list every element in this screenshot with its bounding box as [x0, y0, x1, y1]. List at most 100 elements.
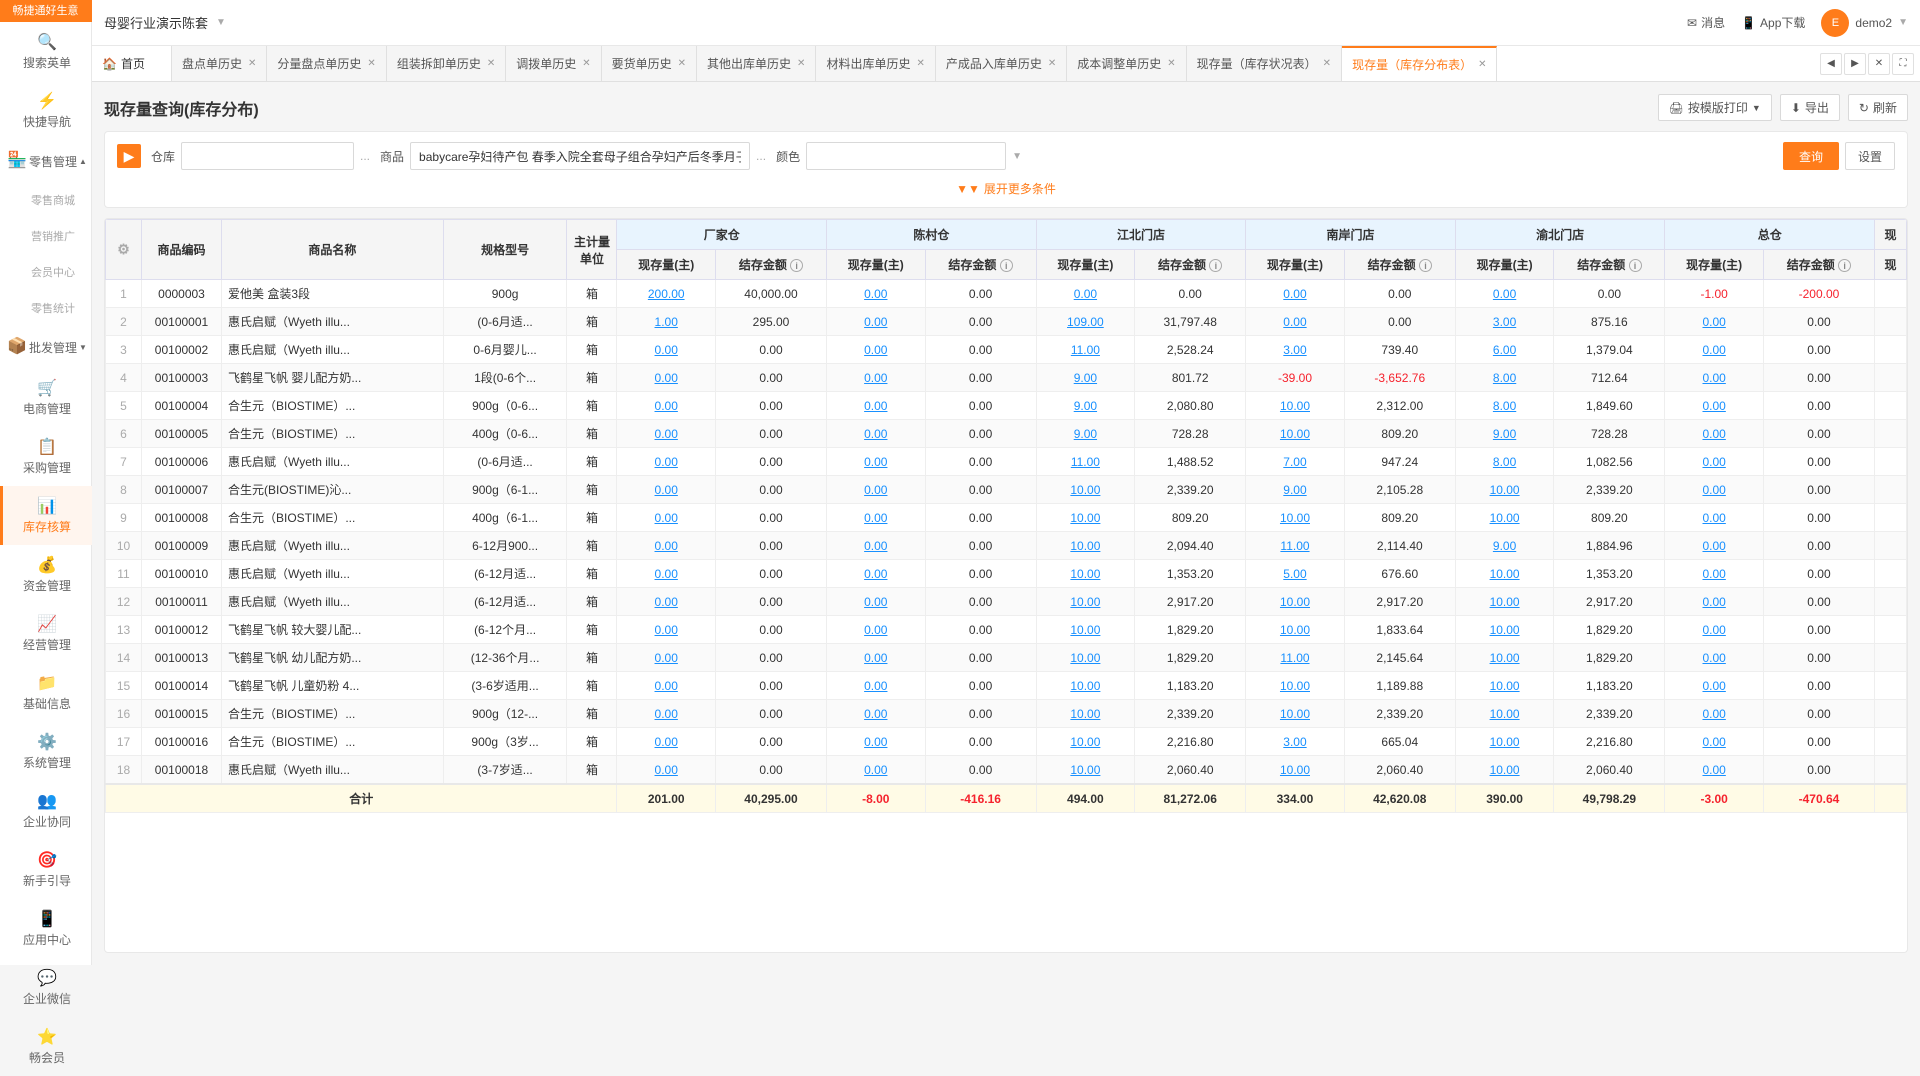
cell-w5-qty[interactable]: 10.00: [1455, 728, 1553, 756]
tab-stock4[interactable]: 调拨单历史 ✕: [506, 46, 601, 82]
sidebar-item-basic[interactable]: 📁 基础信息: [0, 663, 92, 722]
tab-fullscreen-btn[interactable]: ⛶: [1892, 53, 1914, 75]
cell-w5-qty[interactable]: 10.00: [1455, 700, 1553, 728]
goods-input[interactable]: [410, 142, 750, 170]
cell-w2-qty[interactable]: 0.00: [827, 700, 925, 728]
close-tab-stock9[interactable]: ✕: [1167, 58, 1175, 69]
cell-total-qty[interactable]: 0.00: [1665, 364, 1763, 392]
company-dropdown-label[interactable]: 母婴行业演示陈套: [104, 13, 208, 32]
sidebar-item-inventory[interactable]: 📊 库存核算: [0, 486, 92, 545]
cell-w4-qty[interactable]: 10.00: [1246, 700, 1344, 728]
cell-total-qty[interactable]: 0.00: [1665, 448, 1763, 476]
cell-w3-qty[interactable]: 10.00: [1036, 756, 1134, 785]
cell-w1-qty[interactable]: 0.00: [617, 420, 715, 448]
color-dropdown-icon[interactable]: ▼: [1012, 151, 1022, 162]
cell-w5-qty[interactable]: 10.00: [1455, 616, 1553, 644]
cell-total-qty[interactable]: 0.00: [1665, 336, 1763, 364]
cell-w3-qty[interactable]: 10.00: [1036, 644, 1134, 672]
sidebar-item-stat[interactable]: 零售统计: [0, 290, 92, 326]
cell-total-qty[interactable]: 0.00: [1665, 532, 1763, 560]
tab-stock9[interactable]: 成本调整单历史 ✕: [1067, 46, 1186, 82]
cell-w2-qty[interactable]: 0.00: [827, 364, 925, 392]
cell-w3-qty[interactable]: 10.00: [1036, 504, 1134, 532]
cell-w3-qty[interactable]: 10.00: [1036, 728, 1134, 756]
tab-stock6[interactable]: 其他出库单历史 ✕: [697, 46, 816, 82]
sidebar-item-marketing[interactable]: 营销推广: [0, 218, 92, 254]
cell-total-qty[interactable]: 0.00: [1665, 588, 1763, 616]
cell-w5-qty[interactable]: 10.00: [1455, 756, 1553, 785]
sidebar-item-ops[interactable]: 📈 经营管理: [0, 604, 92, 663]
cell-w2-qty[interactable]: 0.00: [827, 672, 925, 700]
sidebar-item-member[interactable]: 会员中心: [0, 254, 92, 290]
cell-w5-qty[interactable]: 0.00: [1455, 280, 1553, 308]
close-tab-stock5[interactable]: ✕: [678, 58, 686, 69]
cell-w1-qty[interactable]: 0.00: [617, 560, 715, 588]
cell-w5-qty[interactable]: 10.00: [1455, 560, 1553, 588]
cell-w4-qty[interactable]: 11.00: [1246, 532, 1344, 560]
cell-w4-qty[interactable]: 5.00: [1246, 560, 1344, 588]
setting-btn[interactable]: 设置: [1845, 142, 1895, 170]
cell-total-qty[interactable]: -1.00: [1665, 280, 1763, 308]
close-tab-stock1[interactable]: ✕: [248, 58, 256, 69]
cell-w5-qty[interactable]: 8.00: [1455, 364, 1553, 392]
sidebar-item-wholesale[interactable]: 📦 批发管理 ▼: [0, 326, 92, 368]
cell-w2-qty[interactable]: 0.00: [827, 756, 925, 785]
cell-w5-qty[interactable]: 8.00: [1455, 448, 1553, 476]
cell-w5-qty[interactable]: 10.00: [1455, 588, 1553, 616]
cell-w1-qty[interactable]: 0.00: [617, 364, 715, 392]
user-area[interactable]: E demo2 ▼: [1821, 9, 1908, 37]
sidebar-item-search[interactable]: 🔍 搜索英单: [0, 22, 92, 81]
close-tab-stock4[interactable]: ✕: [582, 58, 590, 69]
cell-w4-qty[interactable]: 11.00: [1246, 644, 1344, 672]
export-btn[interactable]: ⬇ 导出: [1780, 94, 1840, 121]
cell-w5-qty[interactable]: 8.00: [1455, 392, 1553, 420]
tab-stock5[interactable]: 要货单历史 ✕: [602, 46, 697, 82]
cell-w2-qty[interactable]: 0.00: [827, 476, 925, 504]
cell-w5-qty[interactable]: 6.00: [1455, 336, 1553, 364]
warehouse-input[interactable]: [181, 142, 354, 170]
cell-w2-qty[interactable]: 0.00: [827, 308, 925, 336]
cell-w3-qty[interactable]: 10.00: [1036, 476, 1134, 504]
cell-w1-qty[interactable]: 200.00: [617, 280, 715, 308]
tab-stock8[interactable]: 产成品入库单历史 ✕: [936, 46, 1067, 82]
cell-w1-qty[interactable]: 0.00: [617, 504, 715, 532]
cell-w3-qty[interactable]: 9.00: [1036, 420, 1134, 448]
cell-total-qty[interactable]: 0.00: [1665, 476, 1763, 504]
cell-total-qty[interactable]: 0.00: [1665, 560, 1763, 588]
cell-w4-qty[interactable]: 10.00: [1246, 504, 1344, 532]
cell-w1-qty[interactable]: 0.00: [617, 448, 715, 476]
close-tab-stock7[interactable]: ✕: [916, 58, 924, 69]
cell-w4-qty[interactable]: 3.00: [1246, 336, 1344, 364]
color-input[interactable]: [806, 142, 1006, 170]
cell-total-qty[interactable]: 0.00: [1665, 672, 1763, 700]
sidebar-item-corp[interactable]: 👥 企业协同: [0, 781, 92, 840]
sidebar-item-purchase[interactable]: 📋 采购管理: [0, 427, 92, 486]
cell-total-qty[interactable]: 0.00: [1665, 420, 1763, 448]
cell-w3-qty[interactable]: 0.00: [1036, 280, 1134, 308]
sidebar-item-retail[interactable]: 🏪 零售管理 ▲: [0, 140, 92, 182]
cell-w2-qty[interactable]: 0.00: [827, 336, 925, 364]
tab-prev-btn[interactable]: ◀: [1820, 53, 1842, 75]
cell-w3-qty[interactable]: 10.00: [1036, 616, 1134, 644]
cell-w2-qty[interactable]: 0.00: [827, 616, 925, 644]
cell-w3-qty[interactable]: 9.00: [1036, 364, 1134, 392]
cell-total-qty[interactable]: 0.00: [1665, 308, 1763, 336]
cell-total-qty[interactable]: 0.00: [1665, 644, 1763, 672]
cell-w4-qty[interactable]: 0.00: [1246, 308, 1344, 336]
cell-w5-qty[interactable]: 9.00: [1455, 420, 1553, 448]
sidebar-item-wechat[interactable]: 💬 企业微信: [0, 958, 92, 1017]
cell-w2-qty[interactable]: 0.00: [827, 644, 925, 672]
cell-w5-qty[interactable]: 10.00: [1455, 672, 1553, 700]
cell-w4-qty[interactable]: 10.00: [1246, 392, 1344, 420]
cell-w2-qty[interactable]: 0.00: [827, 560, 925, 588]
cell-w2-qty[interactable]: 0.00: [827, 728, 925, 756]
message-btn[interactable]: ✉ 消息: [1687, 14, 1725, 31]
cell-w3-qty[interactable]: 10.00: [1036, 532, 1134, 560]
cell-w4-qty[interactable]: 10.00: [1246, 672, 1344, 700]
cell-total-qty[interactable]: 0.00: [1665, 392, 1763, 420]
sidebar-item-member2[interactable]: ⭐ 畅会员: [0, 1017, 92, 1076]
tab-next-btn[interactable]: ▶: [1844, 53, 1866, 75]
close-tab-stock6[interactable]: ✕: [797, 58, 805, 69]
cell-w1-qty[interactable]: 0.00: [617, 476, 715, 504]
cell-w2-qty[interactable]: 0.00: [827, 588, 925, 616]
